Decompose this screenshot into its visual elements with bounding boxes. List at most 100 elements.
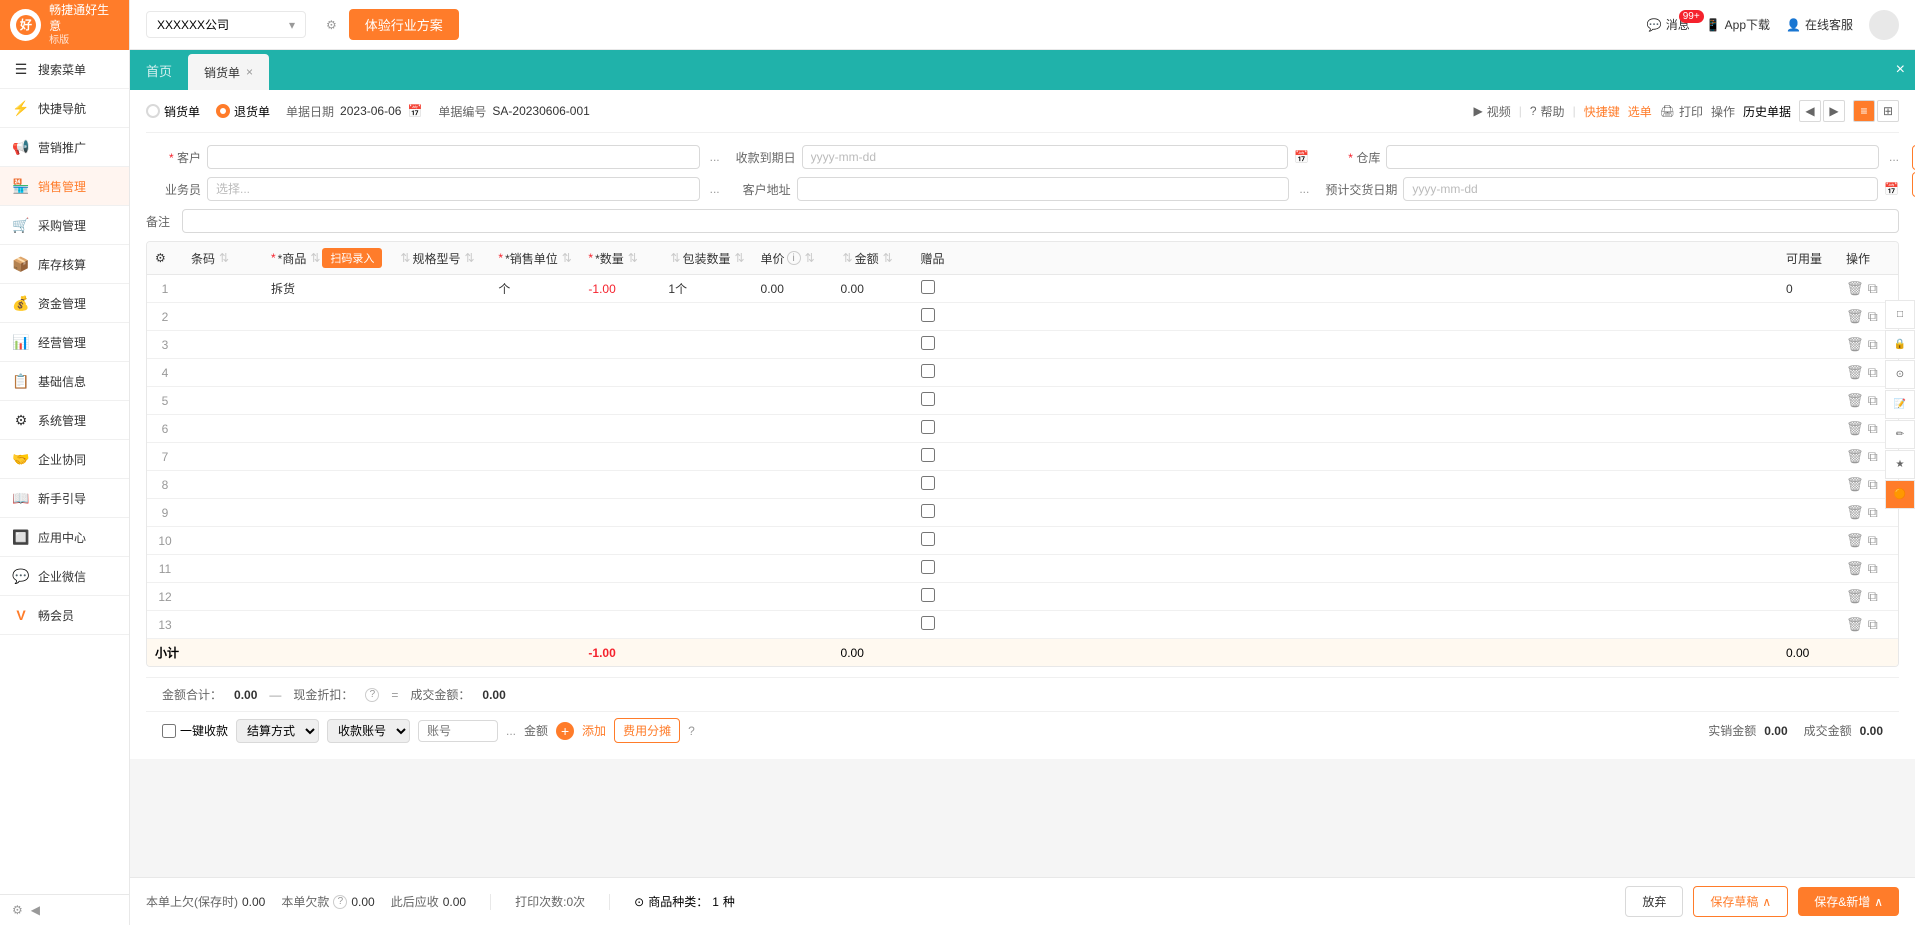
row-delete-icon[interactable]: 🗑 bbox=[1846, 616, 1864, 633]
row-qty[interactable] bbox=[580, 583, 660, 611]
row-spec[interactable] bbox=[390, 471, 490, 499]
sidebar-item-basic-info[interactable]: 📋 基础信息 bbox=[0, 362, 129, 401]
sidebar-item-system[interactable]: ⚙ 系统管理 bbox=[0, 401, 129, 440]
sidebar-item-marketing[interactable]: 📢 营销推广 bbox=[0, 128, 129, 167]
operation-button[interactable]: 操作 bbox=[1711, 103, 1735, 120]
row-delete-icon[interactable]: 🗑 bbox=[1846, 336, 1864, 353]
row-qty[interactable] bbox=[580, 303, 660, 331]
sidebar-gear-icon[interactable]: ⚙ bbox=[12, 903, 23, 917]
row-product[interactable] bbox=[263, 415, 390, 443]
row-spec[interactable] bbox=[390, 359, 490, 387]
unit-sort-icon[interactable]: ⇅ bbox=[562, 251, 572, 265]
float-btn-2[interactable]: 🔒 bbox=[1885, 330, 1915, 359]
due-date-input[interactable] bbox=[802, 145, 1289, 169]
row-qty[interactable] bbox=[580, 387, 660, 415]
row-spec[interactable] bbox=[390, 611, 490, 639]
amount-sort2-icon[interactable]: ⇅ bbox=[883, 251, 893, 265]
row-copy-icon[interactable]: ⧉ bbox=[1868, 532, 1878, 549]
row-delete-icon[interactable]: 🗑 bbox=[1846, 532, 1864, 549]
row-spec[interactable] bbox=[390, 555, 490, 583]
radio-sales-order[interactable]: 销货单 bbox=[146, 103, 200, 120]
row-product[interactable] bbox=[263, 303, 390, 331]
row-gift[interactable] bbox=[913, 527, 963, 555]
trial-button[interactable]: 体验行业方案 bbox=[349, 9, 459, 40]
row-copy-icon[interactable]: ⧉ bbox=[1868, 392, 1878, 409]
row-copy-icon[interactable]: ⧉ bbox=[1868, 420, 1878, 437]
float-btn-3[interactable]: ⊙ bbox=[1885, 360, 1915, 389]
row-product[interactable] bbox=[263, 387, 390, 415]
row-delete-icon[interactable]: 🗑 bbox=[1846, 476, 1864, 493]
row-delete-icon[interactable]: 🗑 bbox=[1846, 420, 1864, 437]
row-spec[interactable] bbox=[390, 499, 490, 527]
sidebar-item-inventory[interactable]: 📦 库存核算 bbox=[0, 245, 129, 284]
row-spec[interactable] bbox=[390, 583, 490, 611]
row-qty[interactable] bbox=[580, 331, 660, 359]
payment-account-input[interactable] bbox=[418, 720, 498, 742]
row-gift[interactable] bbox=[913, 443, 963, 471]
price-info-icon[interactable]: i bbox=[787, 251, 801, 265]
shortcut-button[interactable]: 快捷键 bbox=[1584, 103, 1620, 120]
due-date-calendar-icon[interactable]: 📅 bbox=[1294, 150, 1309, 164]
spec-sort-icon[interactable]: ⇅ bbox=[400, 251, 410, 265]
print-button[interactable]: 🖨 打印 bbox=[1660, 103, 1703, 120]
row-qty[interactable] bbox=[580, 555, 660, 583]
sidebar-item-wechat[interactable]: 💬 企业微信 bbox=[0, 557, 129, 596]
radio-return-order[interactable]: 退货单 bbox=[216, 103, 270, 120]
sidebar-item-finance[interactable]: 💰 资金管理 bbox=[0, 284, 129, 323]
save-new-button[interactable]: 保存&新增 ∧ bbox=[1798, 887, 1899, 916]
row-delete-icon[interactable]: 🗑 bbox=[1846, 392, 1864, 409]
row-product[interactable] bbox=[263, 611, 390, 639]
row-product[interactable] bbox=[263, 443, 390, 471]
row-copy-icon[interactable]: ⧉ bbox=[1868, 504, 1878, 521]
row-qty[interactable]: -1.00 bbox=[580, 275, 660, 303]
row-copy-icon[interactable]: ⧉ bbox=[1868, 588, 1878, 605]
row-delete-icon[interactable]: 🗑 bbox=[1846, 280, 1864, 297]
row-spec[interactable] bbox=[390, 275, 490, 303]
fee-split-button[interactable]: 费用分摊 bbox=[614, 718, 680, 743]
message-button[interactable]: 💬 消息 99+ bbox=[1647, 16, 1690, 33]
row-delete-icon[interactable]: 🗑 bbox=[1846, 560, 1864, 577]
row-copy-icon[interactable]: ⧉ bbox=[1868, 476, 1878, 493]
row-delete-icon[interactable]: 🗑 bbox=[1846, 504, 1864, 521]
row-spec[interactable] bbox=[390, 303, 490, 331]
warehouse-input[interactable]: 建材仓 bbox=[1386, 145, 1879, 169]
expected-date-input[interactable] bbox=[1403, 177, 1878, 201]
nav-prev-button[interactable]: ◀ bbox=[1799, 100, 1821, 122]
row-product[interactable] bbox=[263, 471, 390, 499]
one-click-checkbox[interactable] bbox=[162, 724, 176, 738]
pkg-sort-icon[interactable]: ⇅ bbox=[670, 251, 680, 265]
select-order-button[interactable]: 选单 bbox=[1628, 103, 1652, 120]
salesperson-input[interactable] bbox=[207, 177, 700, 201]
print-count[interactable]: 打印次数:0次 bbox=[515, 893, 585, 910]
sidebar-item-sales[interactable]: 🏪 销售管理 bbox=[0, 167, 129, 206]
tab-home[interactable]: 首页 bbox=[130, 50, 188, 90]
address-dots-button[interactable]: ... bbox=[1299, 182, 1309, 196]
row-product[interactable] bbox=[263, 499, 390, 527]
customer-input[interactable] bbox=[207, 145, 700, 169]
row-product[interactable] bbox=[263, 583, 390, 611]
row-qty[interactable] bbox=[580, 471, 660, 499]
row-copy-icon[interactable]: ⧉ bbox=[1868, 448, 1878, 465]
date-calendar-icon[interactable]: 📅 bbox=[407, 104, 422, 118]
row-qty[interactable] bbox=[580, 499, 660, 527]
row-copy-icon[interactable]: ⧉ bbox=[1868, 308, 1878, 325]
row-qty[interactable] bbox=[580, 527, 660, 555]
row-spec[interactable] bbox=[390, 387, 490, 415]
sidebar-item-member[interactable]: V 畅会员 bbox=[0, 596, 129, 635]
save-draft-button[interactable]: 保存草稿 ∧ bbox=[1693, 886, 1788, 917]
row-gift[interactable] bbox=[913, 415, 963, 443]
row-product[interactable] bbox=[263, 359, 390, 387]
sidebar-collapse-icon[interactable]: ◀ bbox=[31, 903, 40, 917]
row-spec[interactable] bbox=[390, 415, 490, 443]
sidebar-item-purchase[interactable]: 🛒 采购管理 bbox=[0, 206, 129, 245]
nav-next-button[interactable]: ▶ bbox=[1823, 100, 1845, 122]
app-download-button[interactable]: 📱 App下载 bbox=[1706, 16, 1770, 33]
row-gift[interactable] bbox=[913, 555, 963, 583]
tab-sales-order[interactable]: 销货单 × bbox=[188, 54, 269, 90]
payment-method-select[interactable]: 结算方式 bbox=[236, 719, 319, 743]
topbar-gear-icon[interactable]: ⚙ bbox=[326, 18, 337, 32]
customer-address-input[interactable] bbox=[797, 177, 1290, 201]
company-selector[interactable]: XXXXXX公司 ▾ bbox=[146, 11, 306, 38]
tabbar-close-icon[interactable]: × bbox=[1896, 61, 1905, 79]
row-spec[interactable] bbox=[390, 331, 490, 359]
